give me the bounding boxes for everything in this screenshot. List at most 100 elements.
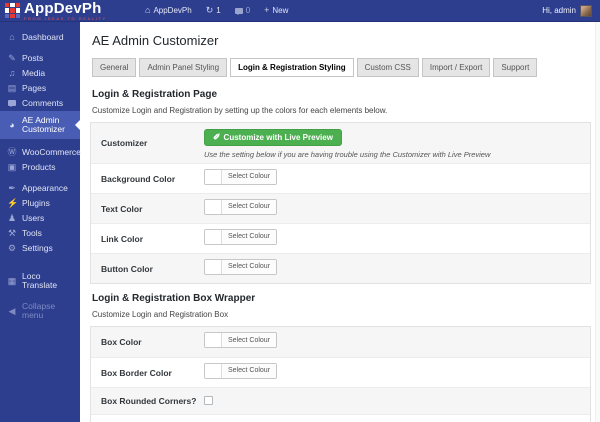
box-color-select-colour-button[interactable]: Select Colour	[204, 332, 278, 348]
user-greeting: Hi, admin	[542, 6, 576, 15]
setting-label-box-rounded-corners: Box Rounded Corners?	[101, 396, 197, 406]
sidebar-item-dashboard[interactable]: ⌂ Dashboard	[0, 30, 80, 45]
select-colour-label: Select Colour	[222, 259, 277, 274]
collapse-menu-icon: ◀	[8, 305, 16, 316]
settings-tabs: General Admin Panel Styling Login & Regi…	[92, 58, 591, 77]
select-colour-label: Select Colour	[222, 363, 277, 378]
setting-row-text-color: Text Color Select Colour	[91, 193, 590, 223]
setting-row-box-border-radius: Box Border Radius in pixels	[91, 414, 590, 422]
tab-admin-panel-styling[interactable]: Admin Panel Styling	[139, 58, 228, 77]
setting-label-link-color: Link Color	[101, 233, 144, 244]
appearance-icon: ✒	[8, 183, 16, 193]
tab-custom-css[interactable]: Custom CSS	[356, 58, 419, 77]
main-content: AE Admin Customizer General Admin Panel …	[80, 22, 600, 422]
section-desc-login-registration-page: Customize Login and Registration by sett…	[92, 106, 388, 115]
sidebar-label-woocommerce: WooCommerce	[22, 147, 81, 157]
tab-general[interactable]: General	[92, 58, 137, 77]
settings-icon: ⚙	[7, 243, 17, 253]
setting-label-box-color: Box Color	[101, 337, 142, 347]
tools-icon: ⚒	[7, 228, 17, 238]
sidebar-item-settings[interactable]: ⚙ Settings	[0, 241, 80, 256]
sidebar-label-settings: Settings	[22, 243, 53, 253]
logo-text: AppDevPh FROM IDEAS TO REALITY	[24, 0, 107, 21]
section-heading-login-registration-page: Login & Registration Page	[92, 89, 218, 100]
appdevph-logo[interactable]: AppDevPh FROM IDEAS TO REALITY	[0, 0, 138, 21]
select-colour-label: Select Colour	[222, 333, 277, 347]
brush-icon: ✐	[213, 132, 221, 142]
plus-icon: +	[264, 5, 270, 15]
tab-support[interactable]: Support	[493, 58, 538, 77]
sidebar-label-dashboard: Dashboard	[22, 32, 64, 42]
sidebar-item-ae-admin-customizer[interactable]: ◕ AE Admin Customizer	[0, 111, 80, 139]
logo-title: AppDevPh	[24, 0, 102, 17]
woocommerce-icon: Ⓦ	[7, 147, 17, 157]
setting-control-customizer: ✐ Customize with Live Preview Use the se…	[204, 123, 590, 163]
setting-label-customizer: Customizer	[101, 138, 148, 148]
sidebar-label-products: Products	[22, 162, 56, 172]
sidebar-item-pages[interactable]: ▤ Pages	[0, 81, 80, 96]
scrollbar-track[interactable]	[595, 22, 600, 422]
button-color-select-colour-button[interactable]: Select Colour	[204, 258, 278, 275]
ae-admin-customizer-icon: ◕	[9, 119, 15, 130]
sidebar-label-media: Media	[22, 68, 46, 78]
link-color-select-colour-button[interactable]: Select Colour	[204, 228, 278, 245]
setting-row-box-color: Box Color Select Colour	[91, 327, 590, 357]
sidebar-item-comments[interactable]: Comments	[0, 96, 80, 111]
dashboard-icon: ⌂	[9, 32, 15, 42]
box-rounded-corners-checkbox[interactable]	[204, 396, 213, 406]
home-icon: ⌂	[145, 5, 151, 15]
comments-icon	[7, 99, 17, 108]
sidebar-separator	[0, 256, 80, 269]
select-colour-label: Select Colour	[222, 169, 277, 184]
tab-login-registration-styling[interactable]: Login & Registration Styling	[230, 58, 354, 77]
admin-topbar: AppDevPh FROM IDEAS TO REALITY ⌂ AppDevP…	[0, 0, 600, 22]
sidebar-item-posts[interactable]: ✎ Posts	[0, 51, 80, 66]
select-colour-label: Select Colour	[222, 229, 277, 244]
box-border-color-select-colour-button[interactable]: Select Colour	[204, 362, 278, 379]
sidebar-item-products[interactable]: ▣ Products	[0, 160, 80, 175]
setting-row-background-color: Background Color Select Colour	[91, 163, 590, 193]
sidebar-label-pages: Pages	[22, 83, 47, 93]
setting-row-customizer: Customizer ✐ Customize with Live Preview…	[91, 123, 590, 163]
comments-icon	[234, 7, 243, 15]
topbar-account[interactable]: Hi, admin	[542, 4, 600, 17]
sidebar-item-loco-translate[interactable]: ▦ Loco Translate	[0, 269, 80, 293]
setting-label-button-color: Button Color	[101, 263, 153, 274]
sidebar-item-media[interactable]: ♫ Media	[0, 66, 80, 81]
color-swatch	[205, 229, 222, 244]
users-icon: ♟	[7, 213, 17, 223]
sidebar-item-users[interactable]: ♟ Users	[0, 211, 80, 226]
sidebar-label-tools: Tools	[22, 228, 42, 238]
select-colour-label: Select Colour	[222, 199, 277, 214]
page-title: AE Admin Customizer	[92, 33, 219, 48]
sidebar-item-collapse-menu[interactable]: ◀ Collapse menu	[0, 299, 80, 323]
color-swatch	[205, 259, 222, 274]
plugins-icon: ⚡	[7, 198, 19, 208]
topbar-site-link[interactable]: ⌂ AppDevPh	[138, 0, 199, 21]
sidebar-label-comments: Comments	[22, 98, 64, 108]
loco-translate-icon: ▦	[7, 275, 17, 286]
topbar-new[interactable]: + New	[257, 0, 295, 21]
box-wrapper-table: Box Color Select Colour Box Border Color…	[90, 326, 591, 422]
color-swatch	[205, 363, 222, 378]
customize-live-preview-button[interactable]: ✐ Customize with Live Preview	[204, 129, 342, 146]
color-swatch	[205, 333, 222, 347]
sidebar-item-appearance[interactable]: ✒ Appearance	[0, 181, 80, 196]
sidebar-label-collapse-menu: Collapse menu	[22, 301, 56, 320]
sidebar-label-posts: Posts	[22, 53, 44, 63]
section-desc-box-wrapper: Customize Login and Registration Box	[92, 310, 229, 319]
sidebar-item-woocommerce[interactable]: Ⓦ WooCommerce	[0, 145, 80, 160]
customizer-help-text: Use the setting below if you are having …	[204, 150, 491, 159]
text-color-select-colour-button[interactable]: Select Colour	[204, 198, 278, 215]
color-swatch	[205, 199, 222, 214]
topbar-comments[interactable]: 0	[228, 0, 257, 21]
tab-import-export[interactable]: Import / Export	[421, 58, 491, 77]
sidebar-item-tools[interactable]: ⚒ Tools	[0, 226, 80, 241]
topbar-new-label: New	[272, 6, 289, 15]
topbar-updates[interactable]: ↻ 1	[199, 0, 228, 21]
products-icon: ▣	[7, 162, 17, 172]
color-swatch	[205, 169, 222, 184]
sidebar-item-plugins[interactable]: ⚡ Plugins	[0, 196, 80, 211]
background-color-select-colour-button[interactable]: Select Colour	[204, 168, 278, 185]
user-avatar	[580, 4, 592, 17]
